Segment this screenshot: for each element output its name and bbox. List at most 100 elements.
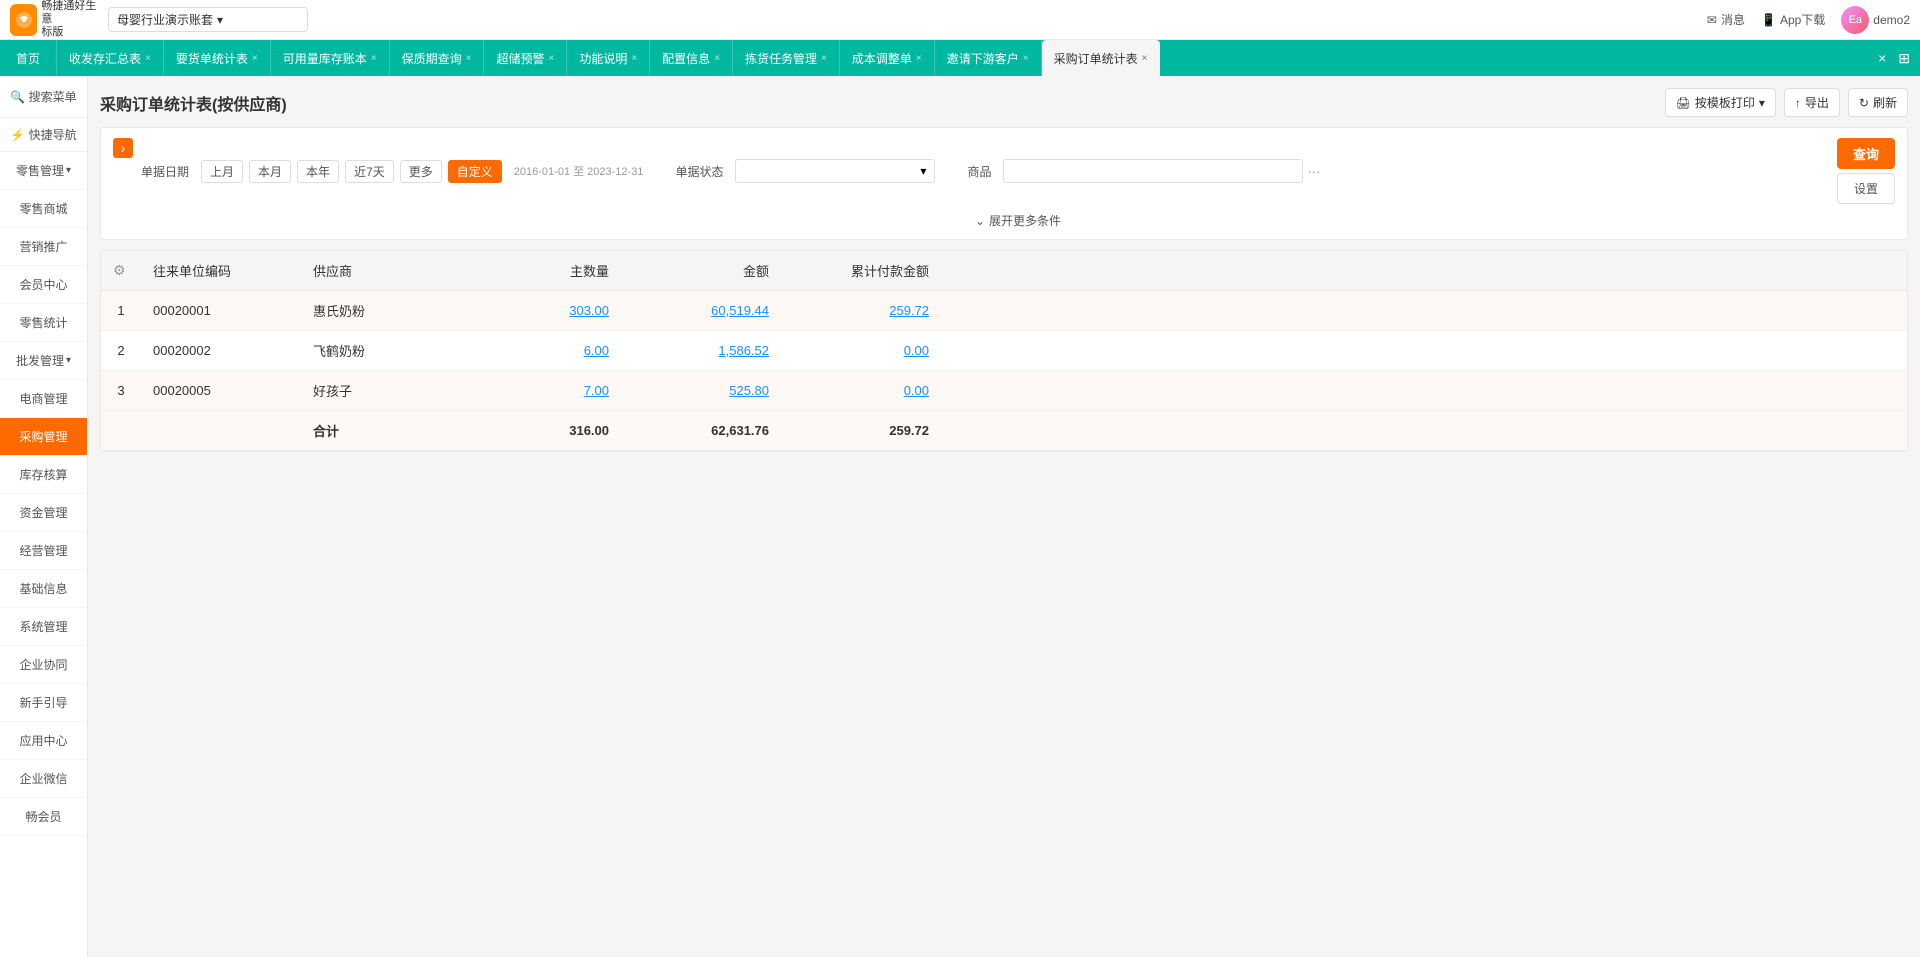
sidebar-item-member-vip[interactable]: 畅会员 (0, 798, 87, 836)
tab-warranty-query[interactable]: 保质期查询 × (390, 40, 485, 76)
this-year-btn[interactable]: 本年 (297, 160, 339, 183)
expand-tabs-btn[interactable]: ⊞ (1894, 48, 1914, 69)
sidebar-item-marketing[interactable]: 营销推广 (0, 228, 87, 266)
tab-pick-task[interactable]: 拣货任务管理 × (733, 40, 840, 76)
footer-amount: 62,631.76 (621, 411, 781, 451)
sidebar-item-retail-shop[interactable]: 零售商城 (0, 190, 87, 228)
template-print-btn[interactable]: 🖨 按模板打印 ▾ (1665, 88, 1776, 117)
chevron-down-icon: ▾ (66, 355, 71, 366)
tab-cost-adjust[interactable]: 成本调整单 × (840, 40, 935, 76)
qty-link[interactable]: 303.00 (569, 303, 609, 318)
username-label: demo2 (1873, 13, 1910, 27)
close-icon[interactable]: × (916, 53, 922, 64)
table-header-row: ⚙ 往来单位编码 供应商 主数量 金额 累计付款金额 (101, 251, 1907, 291)
sidebar-item-finance-mgmt[interactable]: 资金管理 (0, 494, 87, 532)
sidebar: 🔍 搜索菜单 ⚡ 快捷导航 零售管理 ▾ 零售商城 营销推广 会员中心 零售统计… (0, 76, 88, 957)
footer-paid: 259.72 (781, 411, 941, 451)
close-icon[interactable]: × (466, 53, 472, 64)
close-icon[interactable]: × (714, 53, 720, 64)
sidebar-item-ecom-mgmt[interactable]: 电商管理 (0, 380, 87, 418)
quick-nav-btn[interactable]: ⚡ 快捷导航 (0, 118, 87, 152)
close-icon[interactable]: × (548, 53, 554, 64)
logo-area: 畅捷通好生意 标版 (10, 0, 98, 39)
page-actions: 🖨 按模板打印 ▾ ↑ 导出 ↻ 刷新 (1665, 88, 1908, 117)
tab-purchase-summary[interactable]: 采购订单统计表 × (1042, 40, 1161, 76)
sidebar-item-purchase-mgmt[interactable]: 采购管理 (0, 418, 87, 456)
this-month-btn[interactable]: 本月 (249, 160, 291, 183)
close-icon[interactable]: × (371, 53, 377, 64)
tab-feature-desc[interactable]: 功能说明 × (567, 40, 650, 76)
close-icon[interactable]: × (252, 53, 258, 64)
sidebar-item-wholesale-mgmt[interactable]: 批发管理 ▾ (0, 342, 87, 380)
tab-inventory-book[interactable]: 可用量库存账本 × (271, 40, 390, 76)
workspace-selector[interactable]: 母婴行业演示账套 ▾ (108, 7, 308, 32)
col-settings: ⚙ (101, 251, 141, 291)
amount-link[interactable]: 60,519.44 (711, 303, 769, 318)
sidebar-item-enterprise-collab-label: 企业协同 (19, 658, 67, 672)
sidebar-item-basic-info[interactable]: 基础信息 (0, 570, 87, 608)
sidebar-item-enterprise-wechat[interactable]: 企业微信 (0, 760, 87, 798)
search-menu-btn[interactable]: 🔍 搜索菜单 (6, 84, 81, 109)
close-icon[interactable]: × (1023, 53, 1029, 64)
paid-link[interactable]: 0.00 (904, 343, 929, 358)
close-all-tabs-btn[interactable]: × (1874, 48, 1890, 68)
tab-config-info[interactable]: 配置信息 × (650, 40, 733, 76)
sidebar-item-enterprise-collab[interactable]: 企业协同 (0, 646, 87, 684)
sidebar-item-member-center[interactable]: 会员中心 (0, 266, 87, 304)
app-download-btn[interactable]: 📱 App下载 (1761, 11, 1825, 28)
close-icon[interactable]: × (631, 53, 637, 64)
col-amount-header: 金额 (621, 251, 781, 291)
goods-input[interactable] (1003, 159, 1303, 183)
qty-link[interactable]: 7.00 (584, 383, 609, 398)
col-extra (941, 251, 1907, 291)
qty-link[interactable]: 6.00 (584, 343, 609, 358)
filter-toggle-btn[interactable]: › (113, 138, 133, 158)
sidebar-item-retail-mgmt[interactable]: 零售管理 ▾ (0, 152, 87, 190)
status-select[interactable]: ▾ (735, 159, 935, 183)
row-amount: 525.80 (621, 371, 781, 411)
export-btn[interactable]: ↑ 导出 (1784, 88, 1840, 117)
amount-link[interactable]: 525.80 (729, 383, 769, 398)
paid-link[interactable]: 259.72 (889, 303, 929, 318)
col-code-header: 往来单位编码 (141, 251, 301, 291)
table-row: 2 00020002 飞鹤奶粉 6.00 1,586.52 0.00 (101, 331, 1907, 371)
expand-more-filter-btn[interactable]: ⌄ 展开更多条件 (141, 212, 1895, 229)
close-icon[interactable]: × (145, 53, 151, 64)
row-idx: 3 (101, 371, 141, 411)
tab-inventory-book-label: 可用量库存账本 (283, 50, 367, 67)
query-btn[interactable]: 查询 (1837, 138, 1895, 169)
user-profile[interactable]: Ea demo2 (1841, 6, 1910, 34)
close-icon[interactable]: × (821, 53, 827, 64)
sidebar-item-enterprise-wechat-label: 企业微信 (19, 772, 67, 786)
sidebar-item-retail-stats[interactable]: 零售统计 (0, 304, 87, 342)
sidebar-item-app-center[interactable]: 应用中心 (0, 722, 87, 760)
tab-home[interactable]: 首页 (0, 40, 57, 76)
sidebar-item-wholesale-mgmt-label: 批发管理 (16, 352, 64, 369)
more-options-icon[interactable]: ··· (1307, 164, 1320, 179)
custom-date-btn[interactable]: 自定义 (448, 160, 502, 183)
sidebar-item-member-center-label: 会员中心 (19, 278, 67, 292)
refresh-btn[interactable]: ↻ 刷新 (1848, 88, 1908, 117)
tab-invite-downstream[interactable]: 邀请下游客户 × (935, 40, 1042, 76)
phone-icon: 📱 (1761, 13, 1776, 27)
data-table: ⚙ 往来单位编码 供应商 主数量 金额 累计付款金额 1 00020001 (101, 251, 1907, 451)
sidebar-item-inventory-check[interactable]: 库存核算 (0, 456, 87, 494)
gear-icon[interactable]: ⚙ (113, 262, 126, 278)
sidebar-item-new-guide[interactable]: 新手引导 (0, 684, 87, 722)
last-month-btn[interactable]: 上月 (201, 160, 243, 183)
row-code: 00020002 (141, 331, 301, 371)
footer-empty2 (141, 411, 301, 451)
sidebar-item-operation-mgmt[interactable]: 经营管理 (0, 532, 87, 570)
row-paid: 0.00 (781, 371, 941, 411)
message-btn[interactable]: ✉ 消息 (1707, 11, 1745, 28)
tab-receive-summary[interactable]: 收发存汇总表 × (57, 40, 164, 76)
tab-order-summary[interactable]: 要货单统计表 × (164, 40, 271, 76)
paid-link[interactable]: 0.00 (904, 383, 929, 398)
more-date-btn[interactable]: 更多 (400, 160, 442, 183)
sidebar-item-system-mgmt[interactable]: 系统管理 (0, 608, 87, 646)
last-7days-btn[interactable]: 近7天 (345, 160, 394, 183)
amount-link[interactable]: 1,586.52 (718, 343, 769, 358)
settings-btn[interactable]: 设置 (1837, 173, 1895, 204)
tab-overstock[interactable]: 超储预警 × (484, 40, 567, 76)
close-icon[interactable]: × (1142, 53, 1148, 64)
